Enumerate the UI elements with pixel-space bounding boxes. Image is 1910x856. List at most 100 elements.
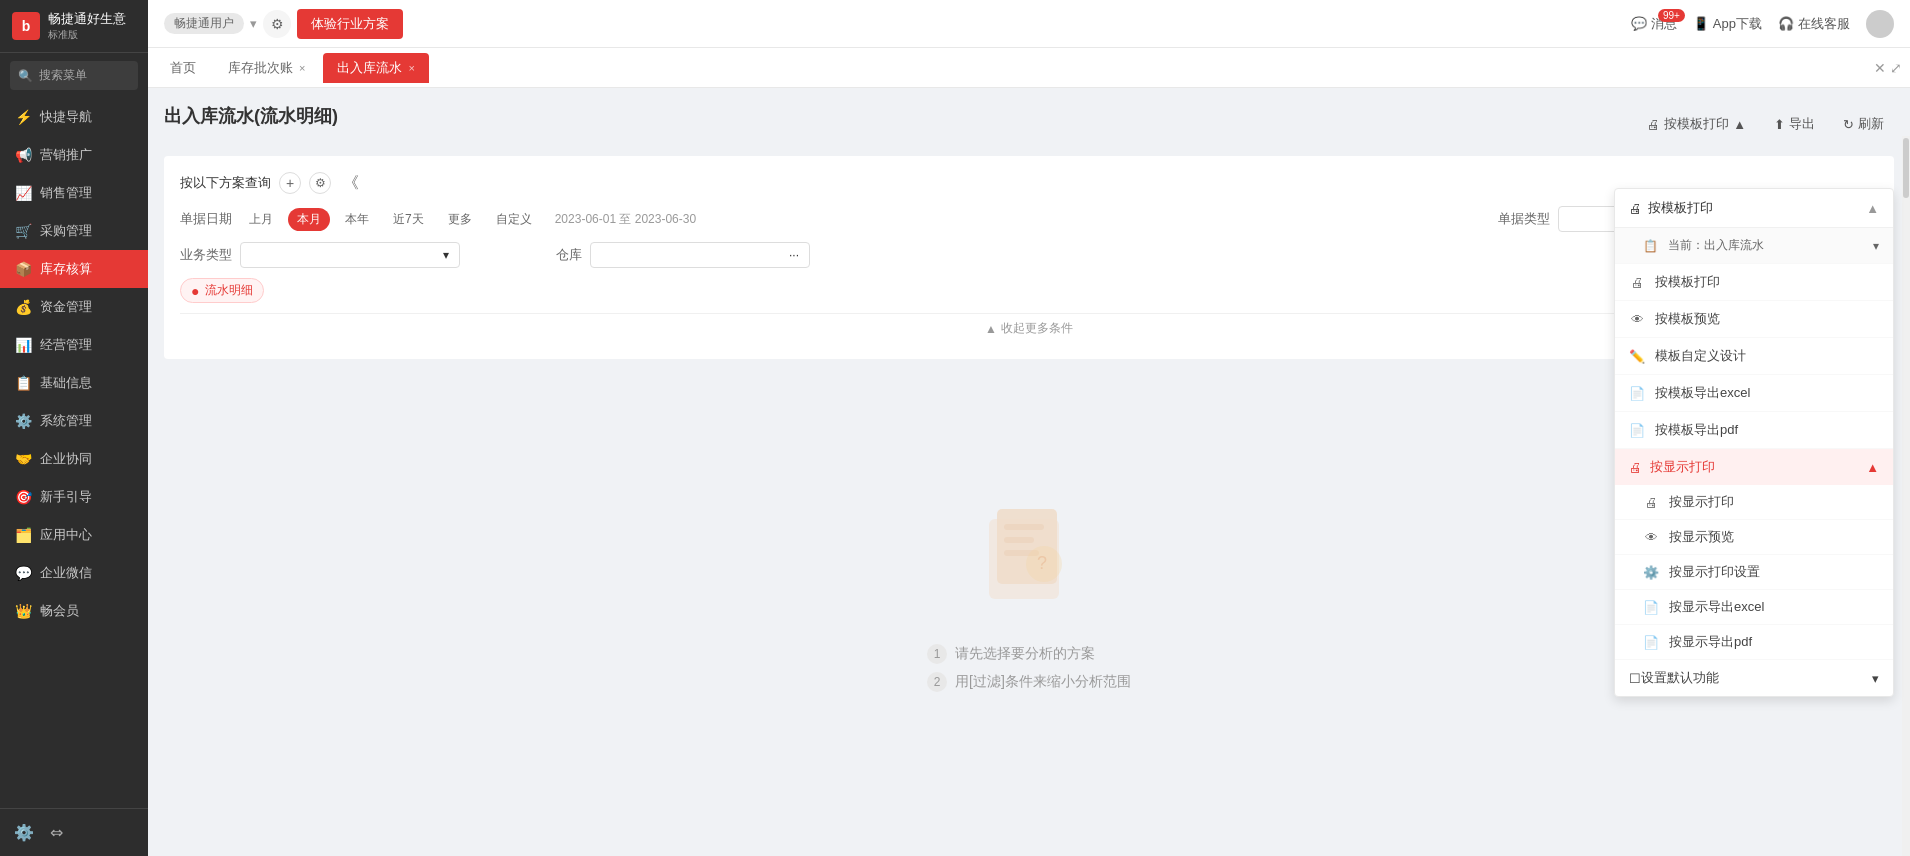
dropdown-header-arrow-icon[interactable]: ▲	[1866, 201, 1879, 216]
dropdown-template-pdf[interactable]: 📄 按模板导出pdf	[1615, 412, 1893, 449]
tab-batch-close-icon[interactable]: ×	[299, 62, 305, 74]
sidebar-item-finance[interactable]: 💰 资金管理	[0, 288, 148, 326]
template-custom-icon: ✏️	[1629, 348, 1645, 364]
dropdown-display-excel[interactable]: 📄 按显示导出excel	[1615, 590, 1893, 625]
dropdown-title-label: 按模板打印	[1648, 199, 1713, 217]
refresh-button[interactable]: ↻ 刷新	[1833, 110, 1894, 138]
template-print-icon: 🖨	[1629, 274, 1645, 290]
tab-flow[interactable]: 出入库流水 ×	[323, 53, 428, 83]
tabs-bar-right: ✕ ⤢	[1874, 60, 1902, 76]
content-wrapper: 出入库流水(流水明细) 🖨 按模板打印 ▲ ⬆ 导出 ↻ 刷新	[148, 88, 1910, 856]
collapse-label: 收起更多条件	[1001, 320, 1073, 337]
doc-type-label: 单据类型	[1498, 210, 1550, 228]
tab-expand-button[interactable]: ⤢	[1890, 60, 1902, 76]
print-template-button[interactable]: 🖨 按模板打印 ▲	[1637, 110, 1756, 138]
search-menu-button[interactable]: 🔍 搜索菜单	[10, 61, 138, 90]
marketing-icon: 📢	[14, 147, 32, 163]
date-option-more[interactable]: 更多	[439, 208, 481, 231]
wechat-icon: 💬	[14, 565, 32, 581]
sidebar-logo-text: 畅捷通好生意 标准版	[48, 10, 126, 42]
dropdown-display-section[interactable]: 🖨 按显示打印 ▲	[1615, 449, 1893, 485]
sidebar-item-label: 畅会员	[40, 602, 79, 620]
date-range-display: 2023-06-01 至 2023-06-30	[555, 211, 696, 228]
guide-icon: 🎯	[14, 489, 32, 505]
date-option-prev-month[interactable]: 上月	[240, 208, 282, 231]
sidebar-item-shortcut[interactable]: ⚡ 快捷导航	[0, 98, 148, 136]
sidebar-item-basic[interactable]: 📋 基础信息	[0, 364, 148, 402]
sidebar-item-wechat[interactable]: 💬 企业微信	[0, 554, 148, 592]
dropdown-display-preview[interactable]: 👁 按显示预览	[1615, 520, 1893, 555]
sidebar-item-operation[interactable]: 📊 经营管理	[0, 326, 148, 364]
dropdown-template-excel[interactable]: 📄 按模板导出excel	[1615, 375, 1893, 412]
template-preview-icon: 👁	[1629, 311, 1645, 327]
export-icon: ⬆	[1774, 117, 1785, 132]
tab-batch-label: 库存批次账	[228, 59, 293, 77]
dropdown-display-settings[interactable]: ⚙️ 按显示打印设置	[1615, 555, 1893, 590]
print-template-icon: 🖨	[1629, 201, 1642, 216]
dropdown-template-preview[interactable]: 👁 按模板预览	[1615, 301, 1893, 338]
template-excel-label: 按模板导出excel	[1655, 384, 1750, 402]
app-download-button[interactable]: 📱 App下载	[1693, 15, 1762, 33]
sidebar-toggle-button[interactable]: ⇔	[46, 819, 67, 846]
industry-solution-button[interactable]: 体验行业方案	[297, 9, 403, 39]
warehouse-select[interactable]: ···	[590, 242, 810, 268]
template-pdf-label: 按模板导出pdf	[1655, 421, 1738, 439]
display-section-arrow-icon[interactable]: ▲	[1866, 460, 1879, 475]
filter-settings-button[interactable]: ⚙	[309, 172, 331, 194]
biz-type-select[interactable]: ▾	[240, 242, 460, 268]
svg-rect-2	[1004, 524, 1044, 530]
tab-batch[interactable]: 库存批次账 ×	[214, 53, 319, 83]
sidebar-item-member[interactable]: 👑 畅会员	[0, 592, 148, 630]
export-button[interactable]: ⬆ 导出	[1764, 110, 1825, 138]
settings-gear-icon[interactable]: ⚙	[263, 10, 291, 38]
display-pdf-label: 按显示导出pdf	[1669, 633, 1752, 651]
tab-flow-close-icon[interactable]: ×	[408, 62, 414, 74]
sidebar-item-appcenter[interactable]: 🗂️ 应用中心	[0, 516, 148, 554]
member-icon: 👑	[14, 603, 32, 619]
user-avatar[interactable]	[1866, 10, 1894, 38]
date-option-7days[interactable]: 近7天	[384, 208, 433, 231]
sidebar-item-inventory[interactable]: 📦 库存核算	[0, 250, 148, 288]
svg-rect-3	[1004, 537, 1034, 543]
sidebar-footer: ⚙️ ⇔	[0, 808, 148, 856]
sidebar-item-cooperation[interactable]: 🤝 企业协同	[0, 440, 148, 478]
right-scrollbar[interactable]	[1902, 136, 1910, 856]
dropdown-current-template[interactable]: 📋 当前：出入库流水 ▾	[1615, 228, 1893, 264]
user-dropdown-icon[interactable]: ▾	[250, 16, 257, 31]
dropdown-template-custom[interactable]: ✏️ 模板自定义设计	[1615, 338, 1893, 375]
template-preview-label: 按模板预览	[1655, 310, 1720, 328]
scroll-thumb	[1903, 138, 1909, 198]
message-button[interactable]: 💬 消息 99+	[1631, 15, 1677, 33]
date-option-current-month[interactable]: 本月	[288, 208, 330, 231]
sidebar-item-guide[interactable]: 🎯 新手引导	[0, 478, 148, 516]
date-option-current-year[interactable]: 本年	[336, 208, 378, 231]
sidebar-item-label: 经营管理	[40, 336, 92, 354]
filter-collapse-icon[interactable]: 《	[343, 173, 359, 194]
online-service-button[interactable]: 🎧 在线客服	[1778, 15, 1850, 33]
display-section-label: 按显示打印	[1650, 458, 1715, 476]
tab-close-all-button[interactable]: ✕	[1874, 60, 1886, 76]
settings-button[interactable]: ⚙️	[10, 819, 38, 846]
shortcut-icon: ⚡	[14, 109, 32, 125]
flow-detail-chip[interactable]: ● 流水明细	[180, 278, 264, 303]
dropdown-title: 🖨 按模板打印	[1629, 199, 1713, 217]
service-label: 在线客服	[1798, 15, 1850, 33]
dropdown-display-pdf[interactable]: 📄 按显示导出pdf	[1615, 625, 1893, 660]
sidebar-search[interactable]: 🔍 搜索菜单	[0, 53, 148, 98]
current-template-label: 当前：出入库流水	[1668, 237, 1764, 254]
main-content: 畅捷通用户 ▾ ⚙ 体验行业方案 💬 消息 99+ 📱 App下载 🎧 在线客服	[148, 0, 1910, 856]
dropdown-template-print[interactable]: 🖨 按模板打印	[1615, 264, 1893, 301]
sidebar-item-label: 快捷导航	[40, 108, 92, 126]
tab-home[interactable]: 首页	[156, 53, 210, 83]
print-label: 按模板打印	[1664, 115, 1729, 133]
sidebar-item-marketing[interactable]: 📢 营销推广	[0, 136, 148, 174]
topbar-right: 💬 消息 99+ 📱 App下载 🎧 在线客服	[1631, 10, 1894, 38]
date-option-custom[interactable]: 自定义	[487, 208, 541, 231]
sidebar-item-purchase[interactable]: 🛒 采购管理	[0, 212, 148, 250]
dropdown-footer[interactable]: ☐ 设置默认功能 ▾	[1615, 660, 1893, 696]
dropdown-display-print[interactable]: 🖨 按显示打印	[1615, 485, 1893, 520]
sidebar-item-system[interactable]: ⚙️ 系统管理	[0, 402, 148, 440]
display-settings-label: 按显示打印设置	[1669, 563, 1760, 581]
sidebar-item-sales[interactable]: 📈 销售管理	[0, 174, 148, 212]
filter-add-button[interactable]: +	[279, 172, 301, 194]
